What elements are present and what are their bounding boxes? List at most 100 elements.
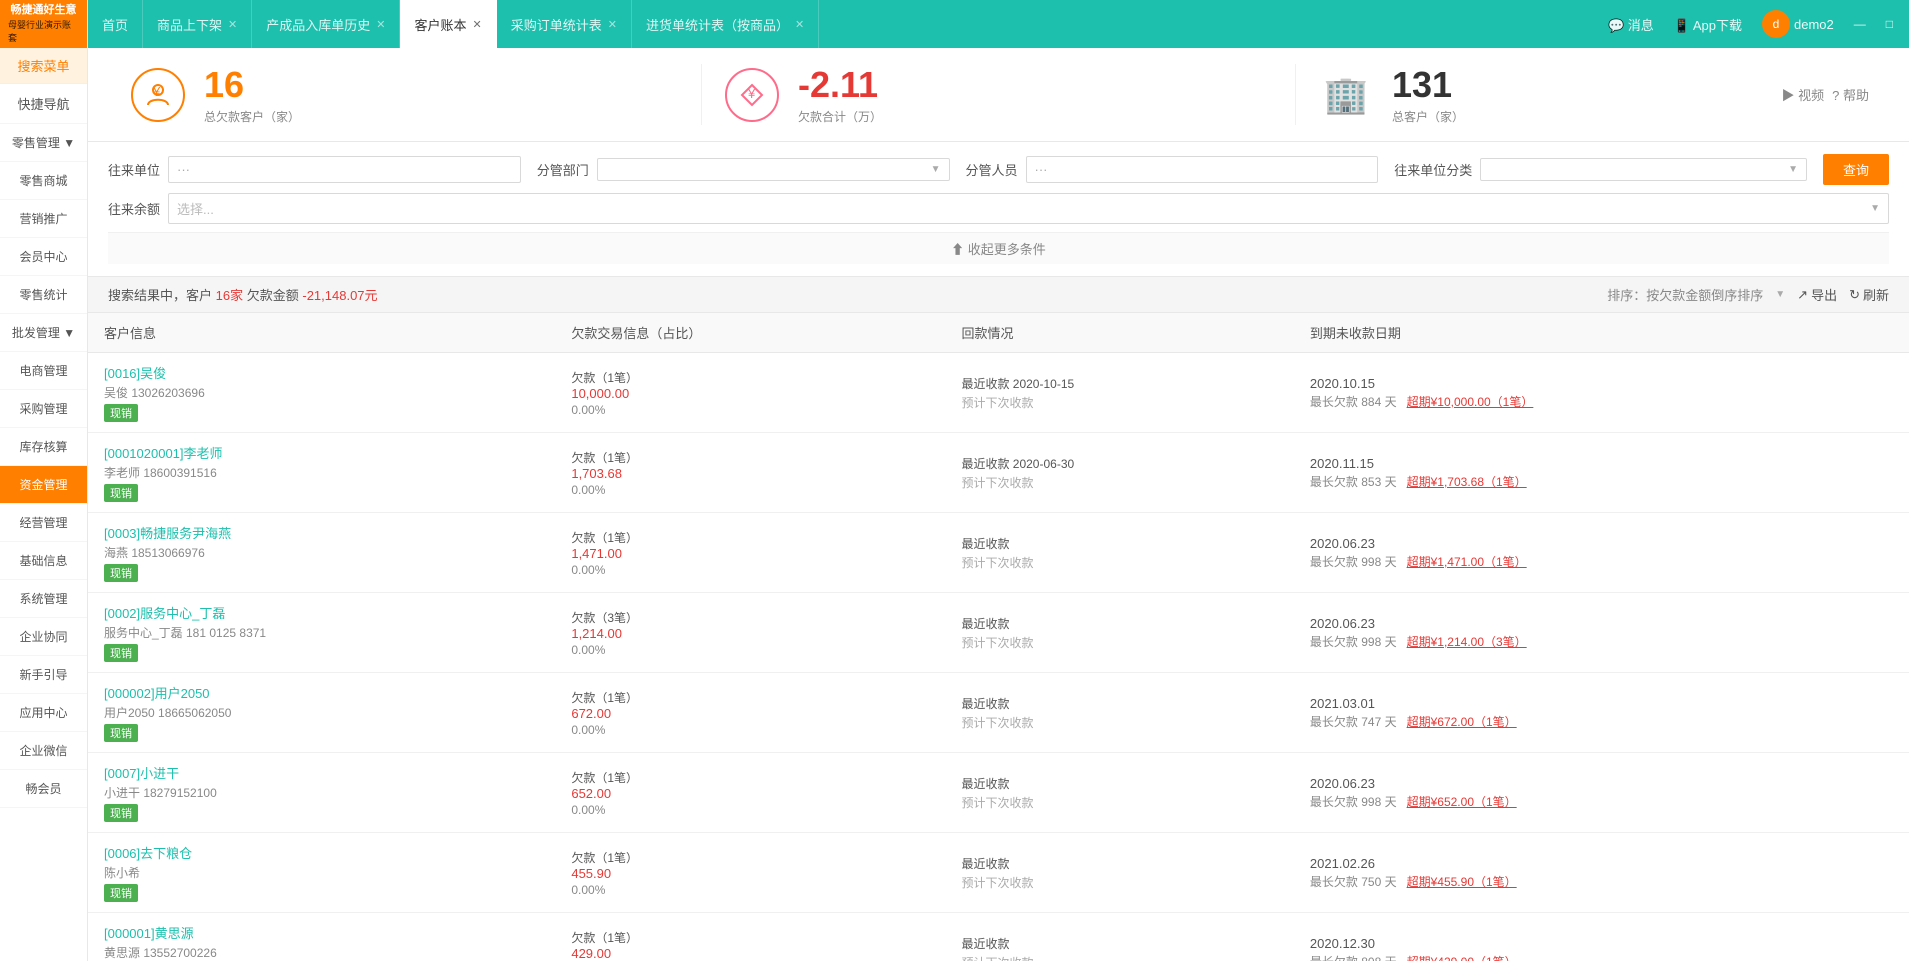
overdue-amount-link[interactable]: 超期¥10,000.00（1笔） (1407, 395, 1534, 409)
tab-customer-account[interactable]: 客户账本 ✕ (400, 0, 496, 48)
tab-close-icon[interactable]: ✕ (228, 18, 237, 31)
col-collection: 回款情况 (945, 313, 1293, 353)
sidebar-item-purchase[interactable]: 采购管理 (0, 390, 87, 428)
sidebar-item-retail-stats[interactable]: 零售统计 (0, 276, 87, 314)
tab-close-icon[interactable]: ✕ (376, 18, 385, 31)
customer-code-link[interactable]: [000002]用户2050 (104, 686, 210, 701)
sidebar-item-basic-info[interactable]: 基础信息 (0, 542, 87, 580)
user-avatar[interactable]: d demo2 (1754, 6, 1842, 42)
video-link[interactable]: ▶ 视频 (1782, 85, 1825, 104)
overdue-amount-link[interactable]: 超期¥672.00（1笔） (1407, 715, 1517, 729)
sidebar-item-retail-mgmt[interactable]: 零售管理 ▼ (0, 124, 87, 162)
export-btn[interactable]: ↗ 导出 (1797, 285, 1837, 304)
table-row: [000002]用户2050 用户2050 18665062050 现销 欠款（… (88, 673, 1909, 753)
query-button[interactable]: 查询 (1823, 154, 1889, 185)
sidebar-item-operations[interactable]: 经营管理 (0, 504, 87, 542)
next-collection: 预计下次收款 (961, 474, 1277, 491)
customer-contact: 陈小希 (104, 864, 539, 881)
tab-purchase-stats[interactable]: 采购订单统计表 ✕ (497, 0, 632, 48)
dept-select[interactable]: ▼ (597, 158, 950, 181)
next-collection: 预计下次收款 (961, 554, 1277, 571)
customer-code-link[interactable]: [000001]黄思源 (104, 926, 194, 941)
customer-code-link[interactable]: [0001020001]李老师 (104, 446, 223, 461)
sidebar-item-newbie[interactable]: 新手引导 (0, 656, 87, 694)
tab-close-icon[interactable]: ✕ (608, 18, 617, 31)
cell-due-date: 2020.10.15 最长欠款 884 天 超期¥10,000.00（1笔） (1294, 353, 1909, 433)
sidebar-item-wecom[interactable]: 企业微信 (0, 732, 87, 770)
cell-debt-info: 欠款（1笔） 652.00 0.00% (555, 753, 945, 833)
debt-amount[interactable]: 652.00 (571, 786, 929, 801)
cell-collection: 最近收款 预计下次收款 (945, 513, 1293, 593)
last-collection: 最近收款 (961, 855, 1277, 872)
overdue-days: 最长欠款 747 天 超期¥672.00（1笔） (1310, 713, 1893, 730)
sidebar-item-finance[interactable]: 资金管理 (0, 466, 87, 504)
tab-product-history[interactable]: 产成品入库单历史 ✕ (252, 0, 400, 48)
debt-amount[interactable]: 10,000.00 (571, 386, 929, 401)
customer-code-link[interactable]: [0016]吴俊 (104, 366, 166, 381)
collapse-bar[interactable]: ⬆ 收起更多条件 (108, 232, 1889, 264)
debt-amount[interactable]: 672.00 (571, 706, 929, 721)
overdue-amount-link[interactable]: 超期¥1,471.00（1笔） (1407, 555, 1527, 569)
minimize-btn[interactable]: — (1846, 13, 1874, 35)
sidebar-item-retail-mall[interactable]: 零售商城 (0, 162, 87, 200)
balance-select[interactable]: 选择... ▼ (168, 193, 1889, 224)
customer-contact: 用户2050 18665062050 (104, 704, 539, 721)
sidebar-item-ecommerce[interactable]: 电商管理 (0, 352, 87, 390)
tab-purchase-stats2[interactable]: 进货单统计表（按商品） ✕ (632, 0, 819, 48)
debt-count: 欠款（1笔） (571, 929, 929, 946)
cell-customer-info: [0001020001]李老师 李老师 18600391516 现销 (88, 433, 555, 513)
sidebar-item-inventory[interactable]: 库存核算 (0, 428, 87, 466)
sidebar-item-member[interactable]: 会员中心 (0, 238, 87, 276)
sidebar-item-apps[interactable]: 应用中心 (0, 694, 87, 732)
debt-amount[interactable]: 429.00 (571, 946, 929, 961)
table-row: [000001]黄思源 黄思源 13552700226 现销 欠款（1笔） 42… (88, 913, 1909, 961)
search-menu[interactable]: 搜索菜单 (0, 48, 87, 84)
overdue-amount-link[interactable]: 超期¥1,703.68（1笔） (1407, 475, 1527, 489)
tab-close-icon[interactable]: ✕ (795, 18, 804, 31)
tab-product-offshelf[interactable]: 商品上下架 ✕ (143, 0, 252, 48)
refresh-btn[interactable]: ↻ 刷新 (1849, 285, 1889, 304)
stats-header: ¥ 16 总欠款客户（家） ¥ -2.11 欠款合计（万） 🏢 (88, 48, 1909, 142)
cell-collection: 最近收款 预计下次收款 (945, 593, 1293, 673)
overdue-amount-link[interactable]: 超期¥652.00（1笔） (1407, 795, 1517, 809)
debt-count: 欠款（1笔） (571, 369, 929, 386)
maximize-btn[interactable]: □ (1878, 13, 1901, 35)
cell-debt-info: 欠款（1笔） 1,471.00 0.00% (555, 513, 945, 593)
help-link[interactable]: ? 帮助 (1832, 85, 1869, 104)
customer-code-link[interactable]: [0003]畅捷服务尹海燕 (104, 526, 231, 541)
tab-home[interactable]: 首页 (88, 0, 143, 48)
overdue-amount-link[interactable]: 超期¥455.90（1笔） (1407, 875, 1517, 889)
message-btn[interactable]: 💬 消息 (1600, 11, 1662, 38)
cell-due-date: 2020.06.23 最长欠款 998 天 超期¥652.00（1笔） (1294, 753, 1909, 833)
debt-amount[interactable]: 1,471.00 (571, 546, 929, 561)
overdue-amount-link[interactable]: 超期¥429.00（1笔） (1407, 955, 1517, 961)
stat-actions: ▶ 视频 ? 帮助 (1782, 85, 1870, 104)
sort-label: 排序：按欠款金额倒序排序 (1607, 285, 1763, 304)
sidebar-item-marketing[interactable]: 营销推广 (0, 200, 87, 238)
cell-due-date: 2020.11.15 最长欠款 853 天 超期¥1,703.68（1笔） (1294, 433, 1909, 513)
debt-count: 欠款（1笔） (571, 849, 929, 866)
tab-close-icon[interactable]: ✕ (473, 18, 482, 31)
stat-total-customers: 🏢 131 总客户（家） ▶ 视频 ? 帮助 (1296, 64, 1889, 125)
sidebar-item-system[interactable]: 系统管理 (0, 580, 87, 618)
sidebar-item-quick-nav[interactable]: 快捷导航 (0, 84, 87, 124)
supplier-input[interactable]: ··· (168, 156, 521, 183)
customer-code-link[interactable]: [0007]小进干 (104, 766, 179, 781)
category-select[interactable]: ▼ (1480, 158, 1807, 181)
customer-code-link[interactable]: [0006]去下粮仓 (104, 846, 192, 861)
person-input[interactable]: ··· (1026, 156, 1379, 183)
app-download-btn[interactable]: 📱 App下载 (1666, 11, 1750, 38)
sidebar-item-enterprise[interactable]: 企业协同 (0, 618, 87, 656)
export-icon: ↗ (1797, 287, 1808, 303)
sidebar-item-member2[interactable]: 畅会员 (0, 770, 87, 808)
sidebar-item-batch-mgmt[interactable]: 批发管理 ▼ (0, 314, 87, 352)
next-collection: 预计下次收款 (961, 794, 1277, 811)
due-date: 2020.11.15 (1310, 456, 1893, 471)
cell-due-date: 2020.06.23 最长欠款 998 天 超期¥1,471.00（1笔） (1294, 513, 1909, 593)
sort-chevron-icon[interactable]: ▼ (1775, 289, 1785, 300)
debt-amount[interactable]: 1,703.68 (571, 466, 929, 481)
debt-amount[interactable]: 455.90 (571, 866, 929, 881)
debt-amount[interactable]: 1,214.00 (571, 626, 929, 641)
overdue-amount-link[interactable]: 超期¥1,214.00（3笔） (1407, 635, 1527, 649)
customer-code-link[interactable]: [0002]服务中心_丁磊 (104, 606, 225, 621)
